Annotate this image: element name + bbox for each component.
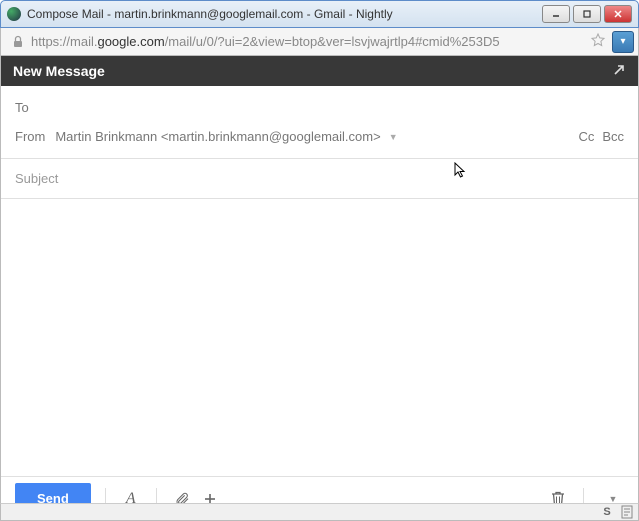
minimize-button[interactable] <box>542 5 570 23</box>
recipients-area: To From Martin Brinkmann <martin.brinkma… <box>1 86 638 154</box>
url-suffix: /mail/u/0/?ui=2&view=btop&ver=lsvjwajrtl… <box>165 34 500 49</box>
compose-header-title: New Message <box>13 63 612 79</box>
from-dropdown-icon[interactable]: ▼ <box>389 132 398 142</box>
to-field[interactable]: To <box>15 96 624 125</box>
url-domain: google.com <box>97 34 164 49</box>
cc-bcc-controls: Cc Bcc <box>578 129 624 144</box>
url-text: https://mail.google.com/mail/u/0/?ui=2&v… <box>31 34 586 49</box>
url-prefix: https://mail. <box>31 34 97 49</box>
close-button[interactable] <box>604 5 632 23</box>
from-label: From <box>15 129 45 144</box>
bookmark-star-icon[interactable] <box>590 32 608 51</box>
favicon-icon <box>7 7 21 21</box>
from-value: Martin Brinkmann <martin.brinkmann@googl… <box>55 129 380 144</box>
maximize-button[interactable] <box>573 5 601 23</box>
popout-icon[interactable] <box>612 63 626 80</box>
status-sync-icon[interactable]: S <box>600 505 614 519</box>
status-page-icon[interactable] <box>620 505 634 519</box>
window-controls <box>542 5 632 23</box>
window-title: Compose Mail - martin.brinkmann@googlema… <box>27 7 542 21</box>
compose-window: New Message To From Martin Brinkmann <ma… <box>0 56 639 521</box>
bcc-button[interactable]: Bcc <box>602 129 624 144</box>
compose-header: New Message <box>1 56 638 86</box>
compose-body[interactable] <box>1 199 638 476</box>
window-titlebar: Compose Mail - martin.brinkmann@googlema… <box>0 0 639 28</box>
cc-button[interactable]: Cc <box>578 129 594 144</box>
from-row: From Martin Brinkmann <martin.brinkmann@… <box>15 125 624 148</box>
extension-button[interactable]: ▾ <box>612 31 634 53</box>
status-bar: S <box>0 503 639 521</box>
subject-field[interactable]: Subject <box>1 158 638 199</box>
to-label: To <box>15 100 29 115</box>
subject-placeholder: Subject <box>15 171 58 186</box>
lock-icon <box>11 35 25 49</box>
address-bar[interactable]: https://mail.google.com/mail/u/0/?ui=2&v… <box>0 28 639 56</box>
